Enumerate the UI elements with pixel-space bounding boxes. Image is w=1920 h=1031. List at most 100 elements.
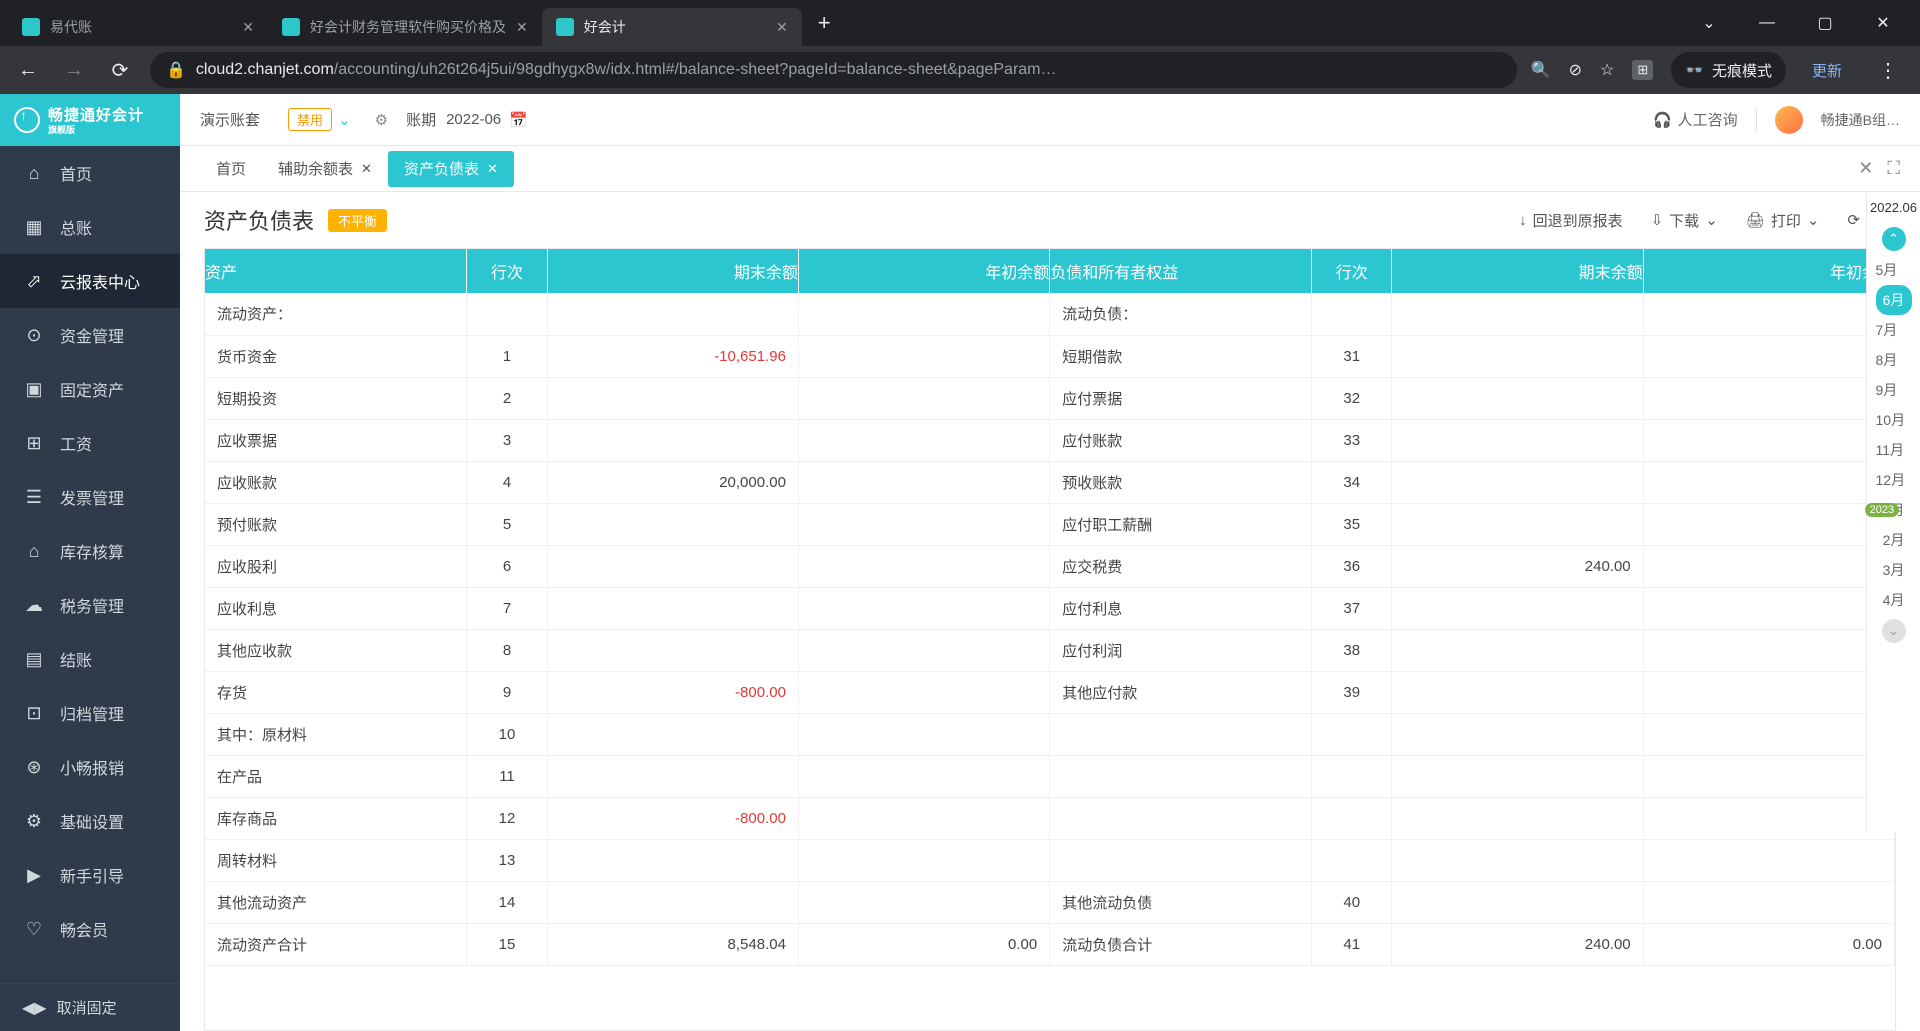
table-row[interactable]: 在产品11 [205,755,1895,797]
sidebar-item[interactable]: ▤结账 [0,632,180,686]
forward-icon[interactable]: → [58,54,90,86]
update-button[interactable]: 更新 [1804,60,1850,81]
new-tab-button[interactable]: + [802,10,847,36]
table-row[interactable]: 应收利息7应付利息37 [205,587,1895,629]
close-icon[interactable]: ✕ [776,19,788,36]
cell-liab: 应付职工薪酬 [1050,503,1312,545]
month-item[interactable]: 9月 [1876,375,1912,405]
page-tab[interactable]: 资产负债表✕ [388,151,514,187]
chevron-down-icon[interactable]: ⌄ [338,111,351,129]
scroll-up-icon[interactable]: ⌃ [1882,227,1906,251]
unpin-button[interactable]: ◀▶ 取消固定 [0,983,180,1031]
page-tab[interactable]: 辅助余额表✕ [262,151,388,187]
month-item[interactable]: 11月 [1876,435,1912,465]
account-name[interactable]: 演示账套 [200,109,260,130]
browser-tab-active[interactable]: 好会计 ✕ [542,8,802,46]
scroll-down-icon[interactable]: ⌄ [1882,619,1906,643]
extension-icon[interactable]: ⊘ [1569,60,1582,80]
sidebar-item[interactable]: ▶新手引导 [0,848,180,902]
table-row[interactable]: 存货9-800.00其他应付款39 [205,671,1895,713]
sidebar-item[interactable]: ⚙基础设置 [0,794,180,848]
period-value[interactable]: 2022-06 [446,111,501,128]
maximize-icon[interactable]: ▢ [1796,3,1854,43]
browser-tab[interactable]: 易代账 ✕ [8,8,268,46]
table-row[interactable]: 其他应收款8应付利润38 [205,629,1895,671]
month-item[interactable]: 8月 [1876,345,1912,375]
sidebar-item[interactable]: ▦总账 [0,200,180,254]
table-row[interactable]: 应收票据3应付账款33 [205,419,1895,461]
table-scroll[interactable]: 资产 行次 期末余额 年初余额 负债和所有者权益 行次 期末余额 年初余额 流动… [204,248,1896,1031]
star-icon[interactable]: ☆ [1600,60,1614,80]
sidebar-icon: ☰ [22,487,46,508]
incognito-badge[interactable]: 👓 无痕模式 [1671,52,1786,88]
download-button[interactable]: ⇩下载⌄ [1651,210,1718,231]
cell-end: 8,548.04 [547,923,798,965]
sidebar-item[interactable]: ⌂库存核算 [0,524,180,578]
sidebar-item[interactable]: ⌂首页 [0,146,180,200]
table-row[interactable]: 库存商品12-800.00 [205,797,1895,839]
cell-begin2 [1643,629,1894,671]
sidebar-item[interactable]: ☰发票管理 [0,470,180,524]
calendar-icon[interactable]: 📅 [509,111,528,129]
table-row[interactable]: 短期投资2应付票据32 [205,377,1895,419]
close-icon[interactable]: ✕ [516,19,528,36]
sidebar-item[interactable]: ☁税务管理 [0,578,180,632]
cell-end2 [1392,587,1643,629]
sidebar-item[interactable]: ⊡归档管理 [0,686,180,740]
disable-tag[interactable]: 禁用 [288,108,332,131]
month-item[interactable]: 2月 [1883,525,1905,555]
close-icon[interactable]: ✕ [242,19,254,36]
cell-end [547,881,798,923]
url-input[interactable]: 🔒 cloud2.chanjet.com/accounting/uh26t264… [150,52,1517,88]
close-icon[interactable]: ✕ [487,161,498,177]
minimize-icon[interactable]: — [1738,3,1796,43]
cell-liab [1050,839,1312,881]
sidebar-item[interactable]: ♡畅会员 [0,902,180,956]
sidebar-item[interactable]: ▣固定资产 [0,362,180,416]
table-row[interactable]: 预付账款5应付职工薪酬35 [205,503,1895,545]
gear-icon[interactable]: ⚙ [375,111,388,129]
avatar[interactable] [1775,106,1803,134]
table-row[interactable]: 应收股利6应交税费36240.00 [205,545,1895,587]
month-item[interactable]: 7月 [1876,315,1912,345]
sidebar-item[interactable]: ⬀云报表中心 [0,254,180,308]
table-row[interactable]: 周转材料13 [205,839,1895,881]
month-item[interactable]: 12月 [1876,465,1912,495]
print-icon: 🖨 [1746,211,1765,229]
cell-liab [1050,755,1312,797]
month-item[interactable]: 3月 [1883,555,1905,585]
print-button[interactable]: 🖨打印⌄ [1746,210,1820,231]
user-label[interactable]: 畅捷通B组… [1821,110,1900,130]
close-icon[interactable]: ✕ [361,161,372,177]
sidebar-item[interactable]: ⊛小畅报销 [0,740,180,794]
table-row[interactable]: 其他流动资产14其他流动负债40 [205,881,1895,923]
puzzle-icon[interactable]: ⊞ [1632,60,1653,80]
month-item[interactable]: 6月 [1876,285,1912,315]
kebab-menu-icon[interactable]: ⋮ [1868,58,1908,83]
browser-tab[interactable]: 好会计财务管理软件购买价格及 ✕ [268,8,542,46]
sidebar-item[interactable]: ⊞工资 [0,416,180,470]
month-item[interactable]: 5月 [1876,255,1912,285]
fullscreen-icon[interactable]: ⛶ [1887,158,1900,179]
close-window-icon[interactable]: ✕ [1854,3,1912,43]
page-tab[interactable]: 首页 [200,151,262,187]
close-all-icon[interactable]: ✕ [1858,158,1873,179]
table-row[interactable]: 其中：原材料10 [205,713,1895,755]
chevron-down-icon[interactable]: ⌄ [1680,3,1738,43]
support-button[interactable]: 🎧 人工咨询 [1653,109,1738,130]
sidebar-item[interactable]: ⊙资金管理 [0,308,180,362]
back-icon[interactable]: ← [12,54,44,86]
year-label[interactable]: 2022.06 [1870,200,1917,215]
reload-icon[interactable]: ⟳ [104,54,136,86]
brand-logo[interactable]: 畅捷通好会计 旗舰版 [0,94,180,146]
table-row[interactable]: 应收账款420,000.00预收账款34 [205,461,1895,503]
table-row[interactable]: 流动资产合计158,548.040.00流动负债合计41240.000.00 [205,923,1895,965]
month-item[interactable]: 10月 [1876,405,1912,435]
cell-row: 8 [467,629,547,671]
table-row[interactable]: 流动资产：流动负债： [205,293,1895,335]
rollback-button[interactable]: ↓回退到原报表 [1519,210,1623,231]
zoom-icon[interactable]: 🔍 [1531,60,1551,80]
table-row[interactable]: 货币资金1-10,651.96短期借款31 [205,335,1895,377]
cell-begin: 0.00 [798,923,1049,965]
month-item[interactable]: 4月 [1883,585,1905,615]
